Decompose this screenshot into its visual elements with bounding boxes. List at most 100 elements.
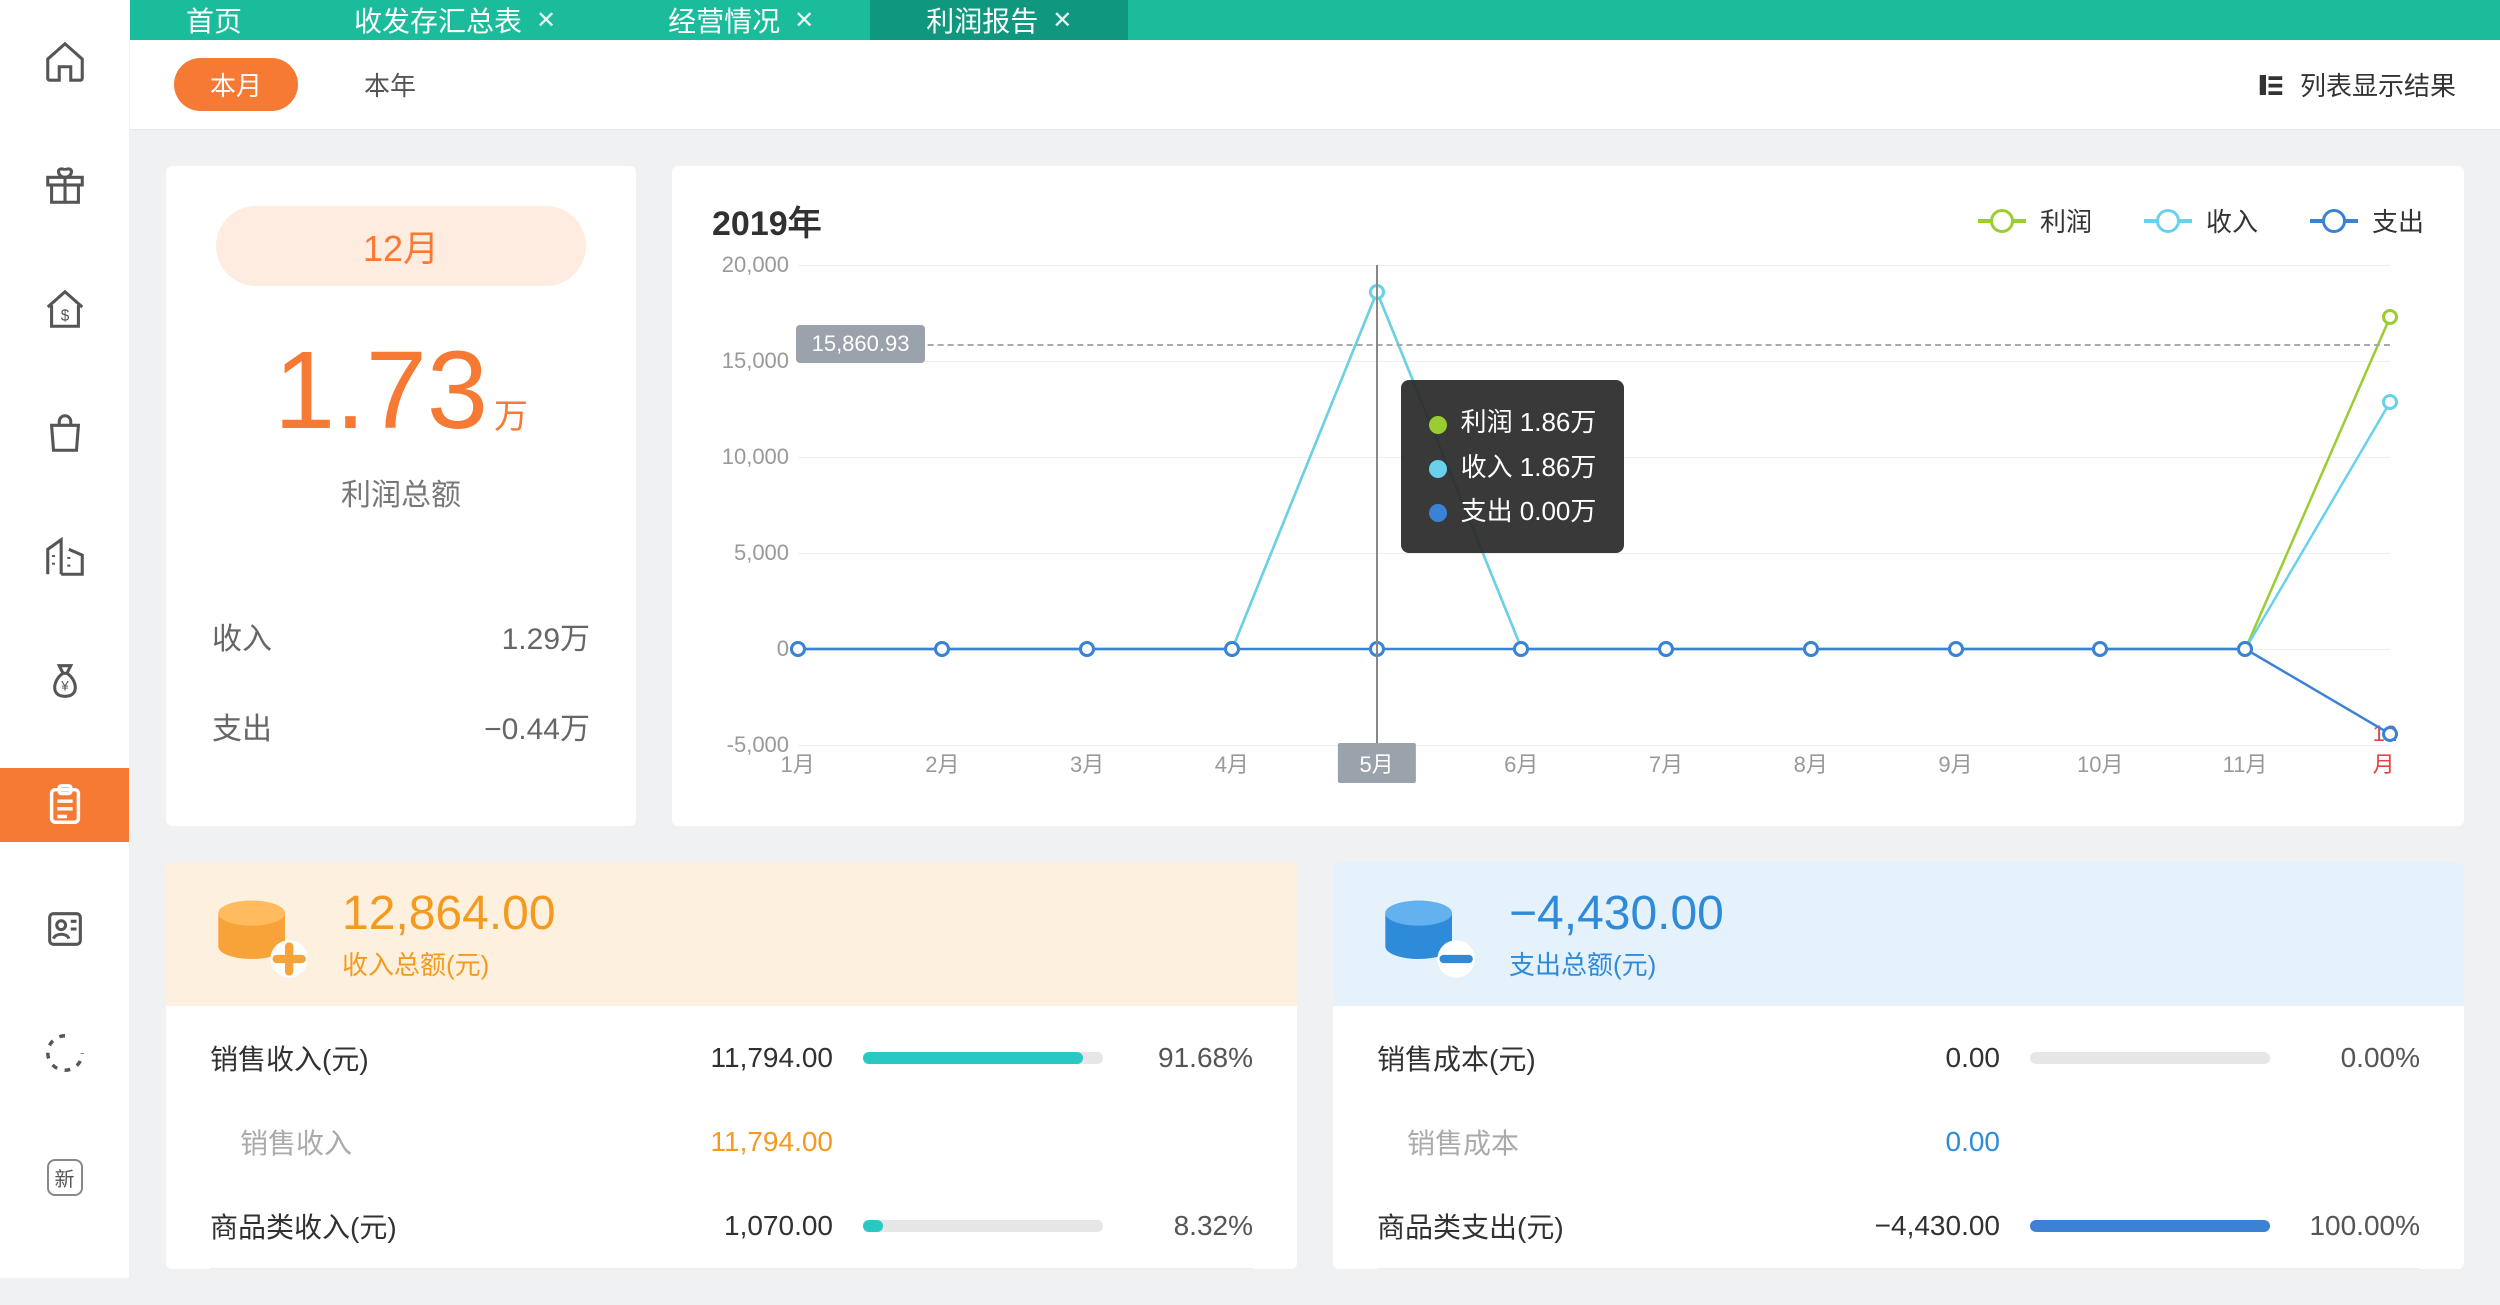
tab-label: 首页 [186, 0, 242, 40]
progress-bar [863, 1220, 1103, 1232]
loading-icon [42, 1030, 88, 1076]
money-bag-icon: ¥ [42, 658, 88, 704]
toolbar: 本月 本年 列表显示结果 [130, 40, 2500, 130]
list-item-label: 销售收入(元) [210, 1038, 503, 1078]
legend-profit[interactable]: 利润 [1978, 202, 2092, 239]
list-item-label: 商品类收入(元) [210, 1206, 503, 1246]
list-item-value: 0.00 [1670, 1126, 2030, 1158]
period-year-chip[interactable]: 本年 [328, 58, 452, 111]
chart-point[interactable] [1224, 641, 1240, 657]
chart-legend: 利润 收入 支出 [1978, 202, 2424, 239]
expense-panel: −4,430.00 支出总额(元) 销售成本(元)0.000.00%销售成本0.… [1333, 862, 2464, 1269]
x-tick-label: 7月 [1649, 747, 1683, 779]
tab-operations[interactable]: 经营情况 ✕ [612, 0, 870, 40]
month-pill[interactable]: 12月 [216, 206, 586, 286]
x-tick-label: 2月 [925, 747, 959, 779]
gift-icon [42, 162, 88, 208]
y-tick-label: 15,000 [712, 348, 789, 374]
chart-point[interactable] [1803, 641, 1819, 657]
chart-hover-cursor: 5月 [1337, 743, 1415, 783]
main: 首页 收发存汇总表 ✕ 经营情况 ✕ 利润报告 ✕ 本月 本年 列表显示结果 [130, 0, 2500, 1278]
x-tick-label: 3月 [1070, 747, 1104, 779]
progress-bar [863, 1052, 1103, 1064]
list-item: 商品类收入(元)1,070.008.32% [210, 1184, 1253, 1268]
y-tick-label: 0 [712, 636, 789, 662]
chart-point[interactable] [1513, 641, 1529, 657]
list-item-pct: 8.32% [1103, 1210, 1253, 1242]
summary-row-value: 1.29万 [502, 614, 590, 658]
y-tick-label: 20,000 [712, 252, 789, 278]
chart-ref-label: 15,860.93 [796, 325, 926, 363]
bag-icon [42, 410, 88, 456]
chart-ref-line [798, 344, 2390, 346]
chart-title: 2019年 [712, 196, 822, 245]
chart-point[interactable] [2237, 641, 2253, 657]
profit-unit: 万 [494, 398, 528, 436]
contact-icon [42, 906, 88, 952]
expense-list: 销售成本(元)0.000.00%销售成本0.00商品类支出(元)−4,430.0… [1333, 1006, 2464, 1268]
chart-plot[interactable]: -5,00005,00010,00015,00020,0001月2月3月4月5月… [712, 265, 2424, 745]
expense-panel-head: −4,430.00 支出总额(元) [1333, 862, 2464, 1006]
chart-point[interactable] [2382, 394, 2398, 410]
expense-amount: −4,430.00 [1509, 886, 1724, 941]
progress-bar [2030, 1220, 2270, 1232]
list-item-value: 11,794.00 [503, 1042, 863, 1074]
progress-bar [2030, 1052, 2270, 1064]
nav-sync[interactable] [0, 1016, 129, 1090]
tab-inventory-summary[interactable]: 收发存汇总表 ✕ [298, 0, 612, 40]
nav-products[interactable] [0, 396, 129, 470]
tab-label: 收发存汇总表 [354, 0, 522, 40]
tabs-bar: 首页 收发存汇总表 ✕ 经营情况 ✕ 利润报告 ✕ [130, 0, 2500, 40]
nav-home[interactable] [0, 24, 129, 98]
profit-summary-card: 12月 1.73万 利润总额 收入 1.29万 支出 −0.44万 [166, 166, 636, 826]
close-icon[interactable]: ✕ [1052, 6, 1072, 35]
period-month-chip[interactable]: 本月 [174, 58, 298, 111]
list-item-label: 销售成本(元) [1377, 1038, 1670, 1078]
tab-profit-report[interactable]: 利润报告 ✕ [870, 0, 1128, 40]
x-tick-label: 4月 [1215, 747, 1249, 779]
chart-point[interactable] [1079, 641, 1095, 657]
list-item: 销售收入(元)11,794.0091.68% [210, 1016, 1253, 1100]
list-results-label: 列表显示结果 [2300, 66, 2456, 103]
coins-minus-icon [1377, 884, 1477, 984]
y-tick-label: 10,000 [712, 444, 789, 470]
list-item: 销售成本0.00 [1377, 1100, 2420, 1184]
profit-total: 1.73万 [206, 336, 596, 446]
income-amount: 12,864.00 [342, 886, 556, 941]
income-list: 销售收入(元)11,794.0091.68%销售收入11,794.00商品类收入… [166, 1006, 1297, 1268]
tab-home[interactable]: 首页 [130, 0, 298, 40]
chart-point[interactable] [1658, 641, 1674, 657]
badge-new-icon: 新 [47, 1159, 83, 1196]
chart-point[interactable] [2092, 641, 2108, 657]
legend-expense[interactable]: 支出 [2310, 202, 2424, 239]
nav-assets[interactable]: $ [0, 272, 129, 346]
x-tick-label: 9月 [1938, 747, 1972, 779]
nav-finance[interactable]: ¥ [0, 644, 129, 718]
list-item-label: 商品类支出(元) [1377, 1206, 1670, 1246]
list-item-value: −4,430.00 [1670, 1210, 2030, 1242]
gridline [798, 745, 2390, 746]
list-item-value: 0.00 [1670, 1042, 2030, 1074]
x-tick-label: 11月 [2223, 747, 2268, 779]
svg-text:¥: ¥ [60, 679, 69, 694]
clipboard-icon [42, 782, 88, 828]
chart-point[interactable] [790, 641, 806, 657]
y-tick-label: -5,000 [712, 732, 789, 758]
close-icon[interactable]: ✕ [794, 6, 814, 35]
close-icon[interactable]: ✕ [536, 6, 556, 35]
chart-hover-line [1376, 265, 1378, 745]
chart-point[interactable] [1948, 641, 1964, 657]
chart-point[interactable] [934, 641, 950, 657]
chart-point[interactable] [2382, 726, 2398, 742]
nav-gift[interactable] [0, 148, 129, 222]
legend-income[interactable]: 收入 [2144, 202, 2258, 239]
chart-point[interactable] [2382, 309, 2398, 325]
nav-new[interactable]: 新 [0, 1140, 129, 1214]
x-tick-label: 1月 [780, 747, 814, 779]
nav-profit-report[interactable] [0, 768, 129, 842]
nav-reports[interactable] [0, 520, 129, 594]
svg-text:$: $ [60, 308, 69, 325]
list-item-label: 销售成本 [1377, 1122, 1670, 1162]
list-results-button[interactable]: 列表显示结果 [2256, 66, 2456, 103]
nav-contacts[interactable] [0, 892, 129, 966]
